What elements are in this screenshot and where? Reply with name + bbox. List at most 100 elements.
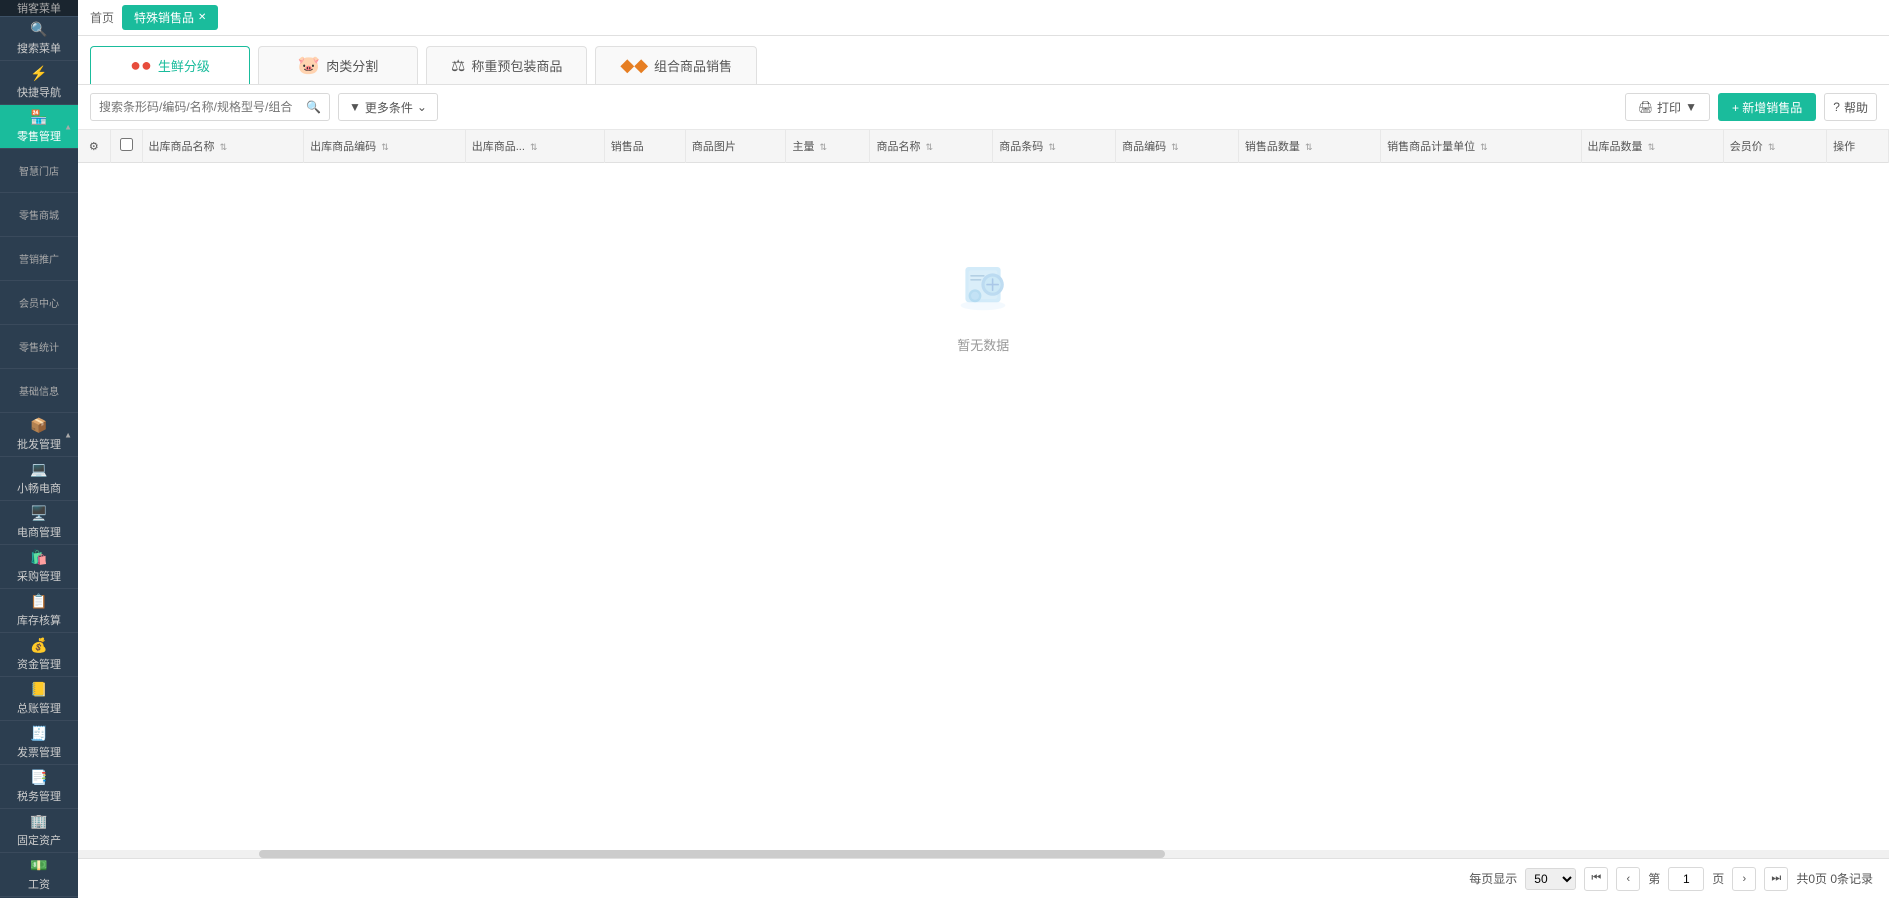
sidebar-item-invoice[interactable]: 🧾 发票管理 (0, 721, 78, 765)
meat-cut-icon: 🐷 (298, 55, 320, 76)
tab-weight-package[interactable]: ⚖ 称重预包装商品 (426, 46, 587, 84)
help-icon: ? (1833, 100, 1840, 114)
sort-icon-7: ⇅ (1171, 142, 1179, 152)
total-info: 共0页 0条记录 (1796, 870, 1873, 887)
page-label-prefix: 第 (1648, 870, 1660, 887)
toolbar-right: 🖨 打印 ▼ + 新增销售品 ? 帮助 (1625, 93, 1877, 121)
sort-icon: ⇅ (220, 142, 228, 152)
filter-button[interactable]: ▼ 更多条件 ⌄ (338, 93, 438, 121)
member-label: 会员中心 (19, 295, 59, 310)
sort-icon-6: ⇅ (1048, 142, 1056, 152)
sidebar-logo: 销客菜单 (0, 0, 78, 17)
sidebar-item-purchase[interactable]: 🛍️ 采购管理 (0, 545, 78, 589)
sidebar-item-member[interactable]: 会员中心 (0, 281, 78, 325)
th-goods-code[interactable]: 商品编码 ⇅ (1116, 130, 1239, 163)
th-image: 商品图片 (685, 130, 786, 163)
sidebar-item-salary[interactable]: 💵 工资 (0, 853, 78, 897)
sidebar-item-retail[interactable]: 🏪 零售管理 (0, 105, 78, 149)
tab-fresh-grade-label: 生鲜分级 (158, 56, 210, 75)
print-icon: 🖨 (1638, 100, 1653, 114)
search-input[interactable] (99, 100, 306, 114)
add-button[interactable]: + 新增销售品 (1718, 93, 1816, 121)
prev-page-button[interactable]: ‹ (1616, 867, 1640, 891)
tab-combo-sales[interactable]: ◆◆ 组合商品销售 (595, 46, 757, 84)
th-out-name[interactable]: 出库商品名称 ⇅ (142, 130, 304, 163)
th-goods-name[interactable]: 商品名称 ⇅ (870, 130, 993, 163)
sidebar-item-ledger[interactable]: 📒 总账管理 (0, 677, 78, 721)
sidebar-item-label: 零售管理 (17, 128, 61, 144)
filter-label: 更多条件 (365, 99, 413, 116)
tab-combo-sales-label: 组合商品销售 (654, 56, 732, 75)
sidebar-item-smart-store[interactable]: 智慧门店 (0, 149, 78, 193)
special-sales-tab[interactable]: 特殊销售品 ✕ (122, 5, 218, 30)
toolbar: 🔍 ▼ 更多条件 ⌄ 🖨 打印 ▼ + 新增销售品 ? (78, 85, 1889, 130)
th-out-qty[interactable]: 出库品数量 ⇅ (1581, 130, 1723, 163)
th-out-code[interactable]: 出库商品编码 ⇅ (304, 130, 466, 163)
empty-state: 暂无数据 (78, 163, 1889, 434)
mall-label: 零售商城 (19, 207, 59, 222)
invoice-icon: 🧾 (30, 725, 47, 742)
sidebar-item-ecom-small[interactable]: 💻 小畅电商 (0, 457, 78, 501)
sidebar-item-ecom-mgmt[interactable]: 🖥️ 电商管理 (0, 501, 78, 545)
th-barcode-label: 商品条码 (999, 141, 1043, 153)
pagination-bar: 每页显示 50 10 20 100 ⏮ ‹ 第 页 › ⏭ 共0页 0条记录 (78, 858, 1889, 898)
next-page-button[interactable]: › (1732, 867, 1756, 891)
category-tabs: ●● 生鲜分级 🐷 肉类分割 ⚖ 称重预包装商品 ◆◆ 组合商品销售 (78, 36, 1889, 85)
th-out-item-label: 出库商品... (472, 141, 525, 153)
sidebar-item-mall[interactable]: 零售商城 (0, 193, 78, 237)
tab-meat-cut-label: 肉类分割 (326, 56, 378, 75)
help-button[interactable]: ? 帮助 (1824, 93, 1877, 121)
sidebar-item-label: 搜索菜单 (17, 40, 61, 56)
per-page-select[interactable]: 50 10 20 100 (1525, 868, 1576, 890)
sidebar-item-retail-stats[interactable]: 零售统计 (0, 325, 78, 369)
sidebar-item-finance[interactable]: 💰 资金管理 (0, 633, 78, 677)
sidebar: 销客菜单 🔍 搜索菜单 ⚡ 快捷导航 🏪 零售管理 智慧门店 零售商城 营销推广… (0, 0, 78, 898)
sidebar-item-wholesale[interactable]: 📦 批发管理 (0, 413, 78, 457)
fixed-assets-icon: 🏢 (30, 813, 47, 830)
sidebar-item-fixed-assets[interactable]: 🏢 固定资产 (0, 809, 78, 853)
th-sale-unit-label: 销售商品计量单位 (1387, 141, 1475, 153)
sidebar-item-inventory[interactable]: 📋 库存核算 (0, 589, 78, 633)
print-button[interactable]: 🖨 打印 ▼ (1625, 93, 1710, 121)
sidebar-item-label: 总账管理 (17, 700, 61, 716)
sidebar-item-label: 库存核算 (17, 612, 61, 628)
home-tab[interactable]: 首页 (90, 9, 114, 26)
th-out-item[interactable]: 出库商品... ⇅ (465, 130, 604, 163)
sidebar-item-marketing[interactable]: 营销推广 (0, 237, 78, 281)
th-settings[interactable]: ⚙ (78, 130, 110, 163)
sidebar-item-label: 资金管理 (17, 656, 61, 672)
last-page-button[interactable]: ⏭ (1764, 867, 1788, 891)
sidebar-item-tax[interactable]: 📑 税务管理 (0, 765, 78, 809)
ecom-small-icon: 💻 (30, 461, 47, 478)
sidebar-item-quick[interactable]: ⚡ 快捷导航 (0, 61, 78, 105)
select-all-checkbox[interactable] (120, 138, 133, 151)
sort-icon-5: ⇅ (926, 142, 934, 152)
th-barcode[interactable]: 商品条码 ⇅ (993, 130, 1116, 163)
th-goods-name-label: 商品名称 (876, 141, 920, 153)
th-weight[interactable]: 主量 ⇅ (786, 130, 870, 163)
sidebar-item-search[interactable]: 🔍 搜索菜单 (0, 17, 78, 61)
th-out-qty-label: 出库品数量 (1588, 141, 1643, 153)
basic-info-1-label: 基础信息 (19, 383, 59, 398)
sidebar-item-label: 固定资产 (17, 832, 61, 848)
scrollbar-thumb[interactable] (259, 850, 1165, 858)
smart-store-label: 智慧门店 (19, 163, 59, 178)
tab-close-icon[interactable]: ✕ (198, 12, 206, 23)
th-member-price[interactable]: 会员价 ⇅ (1723, 130, 1826, 163)
th-checkbox[interactable] (110, 130, 142, 163)
th-sale-qty[interactable]: 销售品数量 ⇅ (1238, 130, 1380, 163)
sidebar-item-basic-info-1[interactable]: 基础信息 (0, 369, 78, 413)
th-sale-unit[interactable]: 销售商品计量单位 ⇅ (1381, 130, 1581, 163)
search-box[interactable]: 🔍 (90, 93, 330, 121)
first-page-button[interactable]: ⏮ (1584, 867, 1608, 891)
tab-meat-cut[interactable]: 🐷 肉类分割 (258, 46, 418, 84)
print-label: 打印 (1657, 99, 1681, 116)
add-label: + 新增销售品 (1732, 99, 1802, 116)
search-icon[interactable]: 🔍 (306, 100, 321, 114)
th-sale-item: 销售品 (604, 130, 685, 163)
retail-icon: 🏪 (30, 109, 47, 126)
weight-package-icon: ⚖ (451, 56, 465, 76)
page-number-input[interactable] (1668, 867, 1704, 891)
horizontal-scrollbar[interactable] (78, 850, 1889, 858)
tab-fresh-grade[interactable]: ●● 生鲜分级 (90, 46, 250, 84)
